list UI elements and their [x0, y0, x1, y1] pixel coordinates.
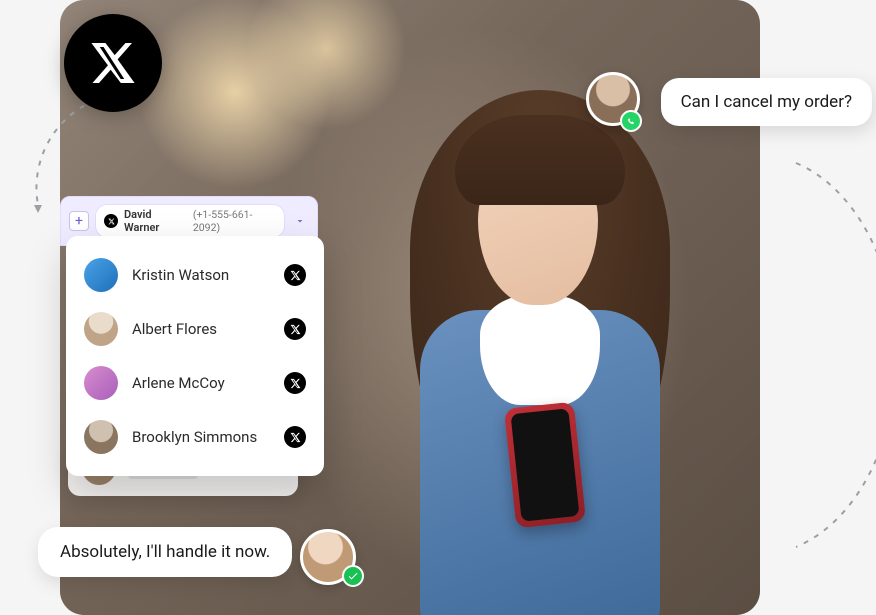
whatsapp-badge-icon — [620, 110, 642, 132]
x-platform-icon — [284, 426, 306, 448]
contact-option-name: Arlene McCoy — [132, 374, 270, 392]
contact-option-name: Albert Flores — [132, 320, 270, 338]
contact-option[interactable]: Kristin Watson — [66, 248, 324, 302]
avatar — [84, 366, 118, 400]
x-platform-icon — [284, 264, 306, 286]
contact-picker: + David Warner (+1-555-661-2092) Kristin… — [60, 196, 318, 246]
x-platform-icon — [104, 214, 118, 228]
contact-option-name: Kristin Watson — [132, 266, 270, 284]
outgoing-message-bubble: Absolutely, I'll handle it now. — [38, 527, 292, 577]
x-platform-icon — [284, 318, 306, 340]
platform-badge-x — [64, 14, 162, 112]
avatar — [84, 312, 118, 346]
selected-contact-chip[interactable]: David Warner (+1-555-661-2092) — [95, 204, 285, 238]
person-illustration — [360, 60, 720, 615]
incoming-message-text: Can I cancel my order? — [681, 92, 852, 112]
verified-check-icon — [342, 565, 364, 587]
contact-option[interactable]: Albert Flores — [66, 302, 324, 356]
x-platform-icon — [284, 372, 306, 394]
selected-contact-name: David Warner — [124, 208, 187, 234]
outgoing-message-text: Absolutely, I'll handle it now. — [60, 542, 270, 562]
chevron-down-icon[interactable] — [291, 212, 309, 230]
contact-option[interactable]: Brooklyn Simmons — [66, 410, 324, 464]
avatar — [84, 258, 118, 292]
avatar — [84, 420, 118, 454]
incoming-message-bubble: Can I cancel my order? — [661, 78, 872, 126]
contact-dropdown: Kristin Watson Albert Flores Arlene McCo… — [66, 236, 324, 476]
x-logo-icon — [89, 39, 137, 87]
contact-option[interactable]: Arlene McCoy — [66, 356, 324, 410]
selected-contact-phone: (+1-555-661-2092) — [193, 208, 276, 234]
add-contact-button[interactable]: + — [69, 211, 89, 231]
contact-option-name: Brooklyn Simmons — [132, 428, 270, 446]
